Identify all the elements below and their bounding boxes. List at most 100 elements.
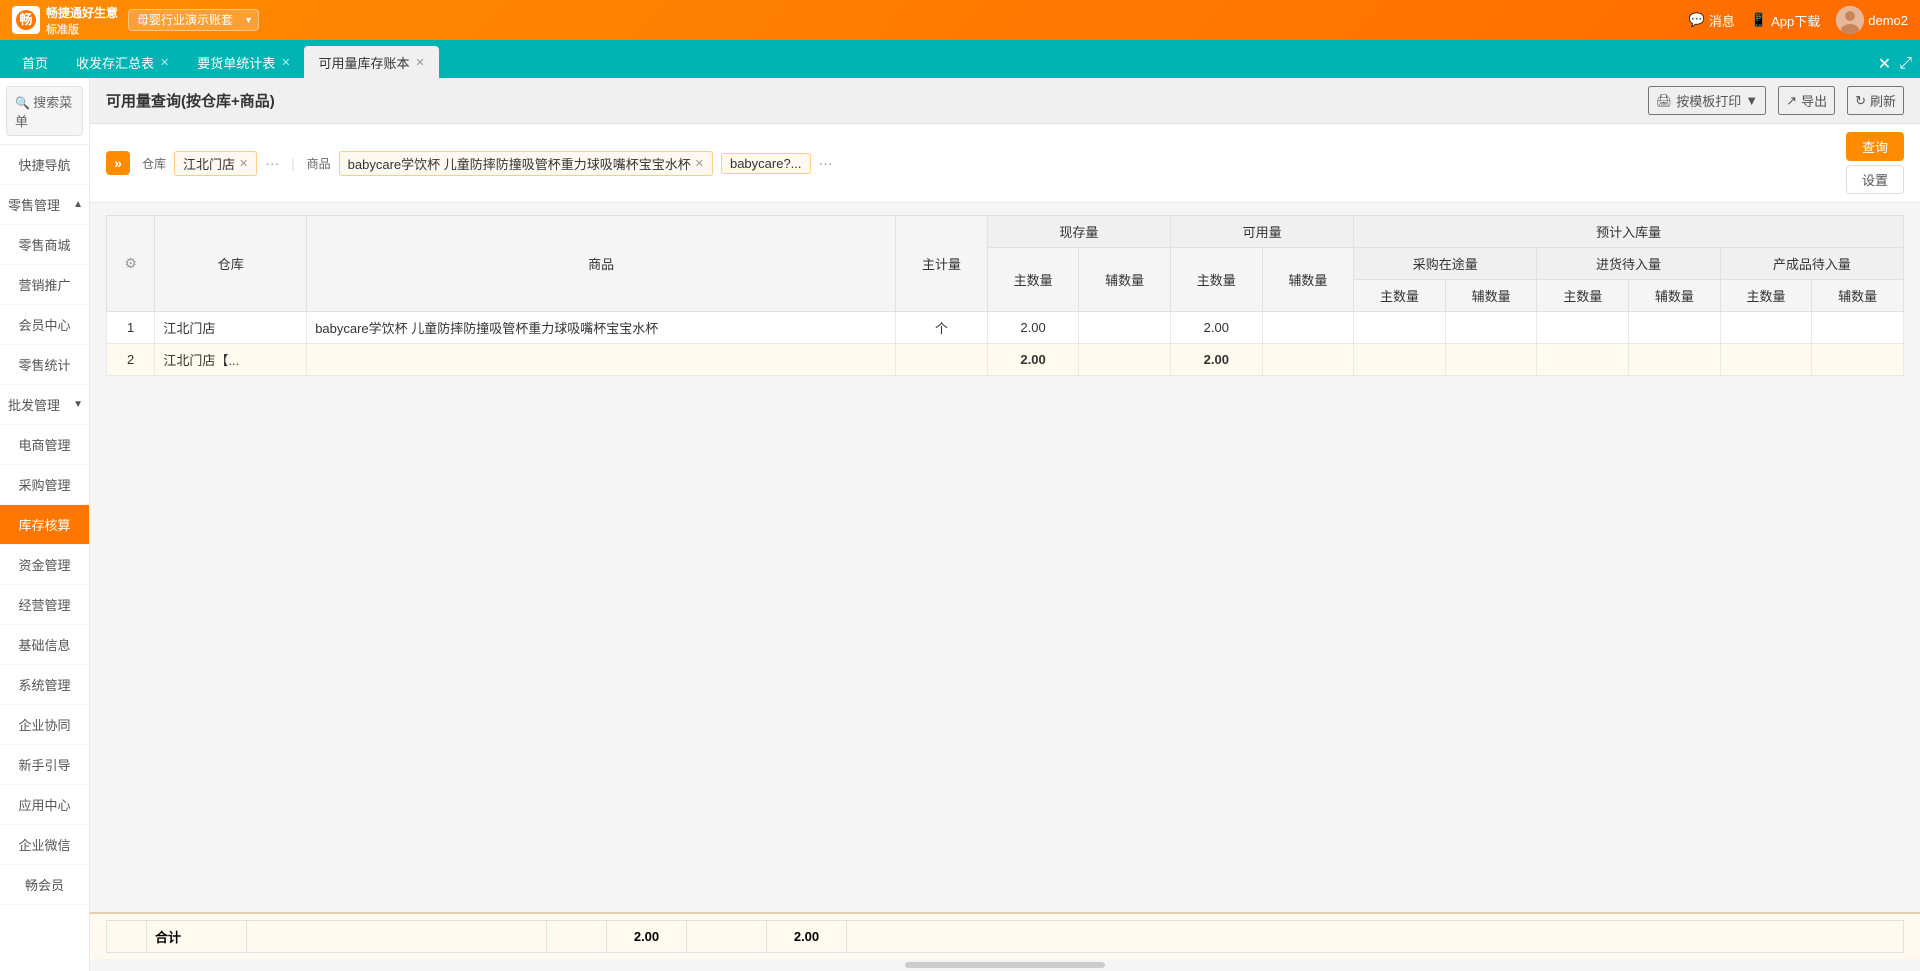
tab-orders-label: 要货单统计表	[197, 53, 275, 72]
warehouse-tag-value: 江北门店	[183, 154, 235, 173]
system-label: 系统管理	[18, 675, 70, 694]
top-bar-left: 畅 畅捷通好生意 标准版 母婴行业演示账套	[12, 4, 259, 37]
col-stock-main-header: 主数量	[987, 248, 1079, 312]
sidebar-search: 🔍 搜索菜单	[0, 78, 89, 145]
col-settings-icon[interactable]: ⚙	[124, 255, 137, 271]
export-icon: ↗	[1786, 93, 1797, 109]
footer-rest	[847, 921, 1904, 953]
print-dropdown-icon: ▼	[1745, 93, 1758, 108]
sidebar-item-finance[interactable]: 资金管理	[0, 545, 89, 585]
tab-expand-btn[interactable]: ⤢	[1899, 55, 1912, 73]
row1-production-aux	[1812, 312, 1904, 344]
tab-receipts[interactable]: 收发存汇总表 ✕	[62, 46, 183, 78]
sidebar-item-quick-nav[interactable]: 快捷导航	[0, 145, 89, 185]
col-stock-group-header: 现存量	[987, 216, 1170, 248]
tab-inventory-close[interactable]: ✕	[416, 56, 425, 69]
sidebar-item-wechat[interactable]: 企业微信	[0, 825, 89, 865]
enterprise-label: 企业协同	[18, 715, 70, 734]
print-icon: 🖨	[1656, 93, 1673, 109]
row1-product: babycare学饮杯 儿童防摔防撞吸管杯重力球吸嘴杯宝宝水杯	[307, 312, 896, 344]
sidebar-item-operations[interactable]: 经营管理	[0, 585, 89, 625]
row2-warehouse: 江北门店【...	[155, 344, 307, 376]
page-title: 可用量查询(按仓库+商品)	[106, 90, 275, 111]
warehouse-tag-remove[interactable]: ✕	[239, 157, 248, 170]
wechat-label: 企业微信	[18, 835, 70, 854]
message-icon: 💬	[1689, 12, 1705, 28]
download-btn[interactable]: 📱 App下载	[1751, 11, 1820, 30]
sidebar-item-enterprise[interactable]: 企业协同	[0, 705, 89, 745]
col-settings-header: ⚙	[107, 216, 155, 312]
sidebar-item-retail-mall[interactable]: 零售商城	[0, 225, 89, 265]
refresh-icon: ↻	[1855, 93, 1866, 109]
export-btn[interactable]: ↗ 导出	[1778, 86, 1835, 115]
query-btn[interactable]: 查询	[1846, 132, 1904, 161]
data-table: ⚙ 仓库 商品 主计量 现存量 可用量 预计入库量 主数量 辅数量 主数量 辅数…	[106, 215, 1904, 376]
vip-label: 畅会员	[25, 875, 64, 894]
product-tag-value1: babycare学饮杯 儿童防摔防撞吸管杯重力球吸嘴杯宝宝水杯	[348, 154, 691, 173]
footer-label: 合计	[147, 921, 247, 953]
sidebar-item-newbie[interactable]: 新手引导	[0, 745, 89, 785]
wholesale-label: 批发管理	[8, 395, 60, 414]
sidebar-item-member[interactable]: 会员中心	[0, 305, 89, 345]
product-tag1-remove[interactable]: ✕	[695, 157, 704, 170]
sidebar-item-system[interactable]: 系统管理	[0, 665, 89, 705]
sidebar-item-app-center[interactable]: 应用中心	[0, 785, 89, 825]
footer-stock-main: 2.00	[607, 921, 687, 953]
sidebar-item-retail-mgmt[interactable]: 零售管理 ▲	[0, 185, 89, 225]
search-menu-btn[interactable]: 🔍 搜索菜单	[6, 86, 83, 136]
footer-row: 合计 2.00 2.00	[107, 921, 1904, 953]
retail-stats-label: 零售统计	[18, 355, 70, 374]
product-tag-value2: babycare?...	[730, 156, 802, 171]
ecommerce-label: 电商管理	[18, 435, 70, 454]
industry-select[interactable]: 母婴行业演示账套	[128, 9, 259, 31]
horizontal-scrollbar[interactable]	[905, 962, 1105, 968]
table-row: 2 江北门店【... 2.00 2.00	[107, 344, 1904, 376]
tab-orders[interactable]: 要货单统计表 ✕	[183, 46, 304, 78]
sidebar-item-inventory[interactable]: 库存核算	[0, 505, 89, 545]
settings-btn[interactable]: 设置	[1846, 165, 1904, 194]
wholesale-arrow: ▼	[73, 399, 83, 410]
sidebar-item-retail-stats[interactable]: 零售统计	[0, 345, 89, 385]
sidebar-item-basics[interactable]: 基础信息	[0, 625, 89, 665]
print-btn[interactable]: 🖨 按模板打印 ▼	[1648, 86, 1766, 115]
col-available-main-header: 主数量	[1170, 248, 1262, 312]
sidebar-item-vip[interactable]: 畅会员	[0, 865, 89, 905]
tab-home[interactable]: 首页	[8, 46, 62, 78]
message-btn[interactable]: 💬 消息	[1689, 11, 1735, 30]
sidebar-item-ecommerce[interactable]: 电商管理	[0, 425, 89, 465]
operations-label: 经营管理	[18, 595, 70, 614]
tab-receipts-close[interactable]: ✕	[160, 56, 169, 69]
table-footer: 合计 2.00 2.00	[90, 912, 1920, 959]
tab-close-all-btn[interactable]: ✕	[1878, 54, 1891, 74]
product-filter-tag1: babycare学饮杯 儿童防摔防撞吸管杯重力球吸嘴杯宝宝水杯 ✕	[339, 151, 713, 176]
row1-available-main: 2.00	[1170, 312, 1262, 344]
footer-table: 合计 2.00 2.00	[106, 920, 1904, 953]
row1-stock-aux	[1079, 312, 1171, 344]
warehouse-filter-more[interactable]: ···	[265, 155, 279, 171]
row1-production-main	[1720, 312, 1812, 344]
product-filter-label: 商品	[307, 155, 331, 172]
row2-incoming-main	[1537, 344, 1629, 376]
sidebar-item-wholesale[interactable]: 批发管理 ▼	[0, 385, 89, 425]
row1-incoming-aux	[1629, 312, 1721, 344]
app-logo: 畅 畅捷通好生意 标准版	[12, 4, 118, 37]
warehouse-filter-tag: 江北门店 ✕	[174, 151, 257, 176]
quick-nav-label: 快捷导航	[18, 155, 70, 174]
filter-expand-btn[interactable]: »	[106, 151, 130, 175]
app-name-text: 畅捷通好生意	[46, 4, 118, 21]
inventory-label: 库存核算	[18, 515, 70, 534]
product-filter-more[interactable]: ···	[819, 155, 833, 171]
sidebar-item-marketing[interactable]: 营销推广	[0, 265, 89, 305]
tab-inventory-label: 可用量库存账本	[318, 53, 409, 72]
user-menu-btn[interactable]: demo2	[1836, 6, 1908, 34]
refresh-btn[interactable]: ↻ 刷新	[1847, 86, 1904, 115]
tab-orders-close[interactable]: ✕	[281, 56, 290, 69]
col-warehouse-header: 仓库	[155, 216, 307, 312]
sidebar-item-purchase[interactable]: 采购管理	[0, 465, 89, 505]
col-production-main-header: 主数量	[1720, 280, 1812, 312]
row2-stock-main: 2.00	[987, 344, 1079, 376]
logo-icon: 畅	[12, 6, 40, 34]
tab-inventory[interactable]: 可用量库存账本 ✕	[304, 46, 438, 78]
filter-bar: » 仓库 江北门店 ✕ ··· | 商品 babycare学饮杯 儿童防摔防撞吸…	[90, 124, 1920, 203]
industry-select-wrapper[interactable]: 母婴行业演示账套	[128, 9, 259, 31]
